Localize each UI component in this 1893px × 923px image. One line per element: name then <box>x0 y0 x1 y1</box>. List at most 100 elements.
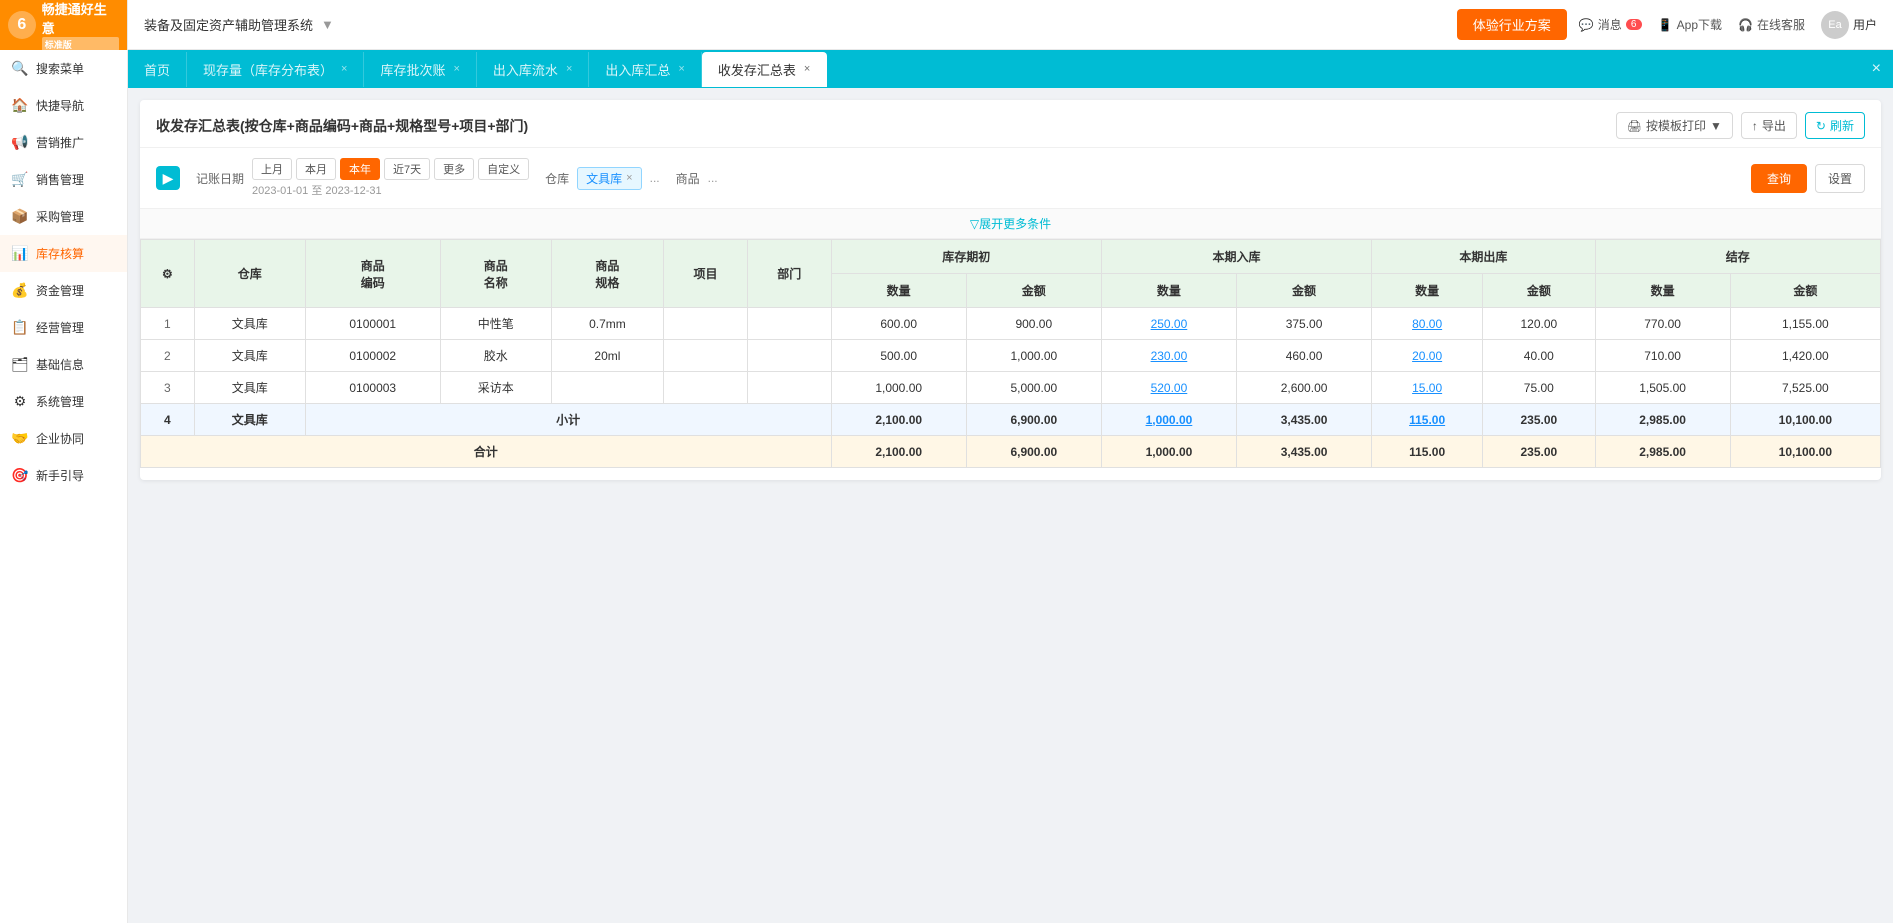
expand-more-row[interactable]: ▽ 展开更多条件 <box>140 208 1881 239</box>
sidebar-item-sales[interactable]: 🛒 销售管理 <box>0 161 127 198</box>
page-title: 收发存汇总表(按仓库+商品编码+商品+规格型号+项目+部门) <box>156 116 528 136</box>
tab-close-batch[interactable]: × <box>453 63 459 75</box>
row-warehouse: 文具库 <box>194 372 305 404</box>
row-in-qty[interactable]: 520.00 <box>1101 372 1236 404</box>
sidebar-item-system[interactable]: ⚙ 系统管理 <box>0 383 127 420</box>
date-btn-7days[interactable]: 近7天 <box>384 158 430 180</box>
tab-close-inout-summary[interactable]: × <box>678 63 684 75</box>
row-closing-amt: 7,525.00 <box>1730 372 1880 404</box>
chevron-down-icon: ▼ <box>1710 119 1722 133</box>
tab-home[interactable]: 首页 <box>128 52 187 87</box>
data-table: ⚙ 仓库 商品编码 商品名称 商品规格 项目 部门 库存期初 本期入库 本期出库… <box>140 239 1881 468</box>
row-in-amt: 460.00 <box>1237 340 1372 372</box>
footer-in-qty: 1,000.00 <box>1101 436 1236 468</box>
finance-icon: 💰 <box>12 283 28 299</box>
row-goods-spec: 20ml <box>551 340 663 372</box>
user-area[interactable]: Ea 用户 <box>1821 11 1877 39</box>
sidebar-item-purchase[interactable]: 📦 采购管理 <box>0 198 127 235</box>
tab-close-recv-send[interactable]: × <box>804 63 810 75</box>
topbar: 装备及固定资产辅助管理系统 ▼ 体验行业方案 💬 消息 6 📱 App下载 🎧 … <box>128 0 1893 50</box>
system-title: 装备及固定资产辅助管理系统 <box>144 15 313 34</box>
row-num: 1 <box>141 308 195 340</box>
sidebar-item-guide[interactable]: 🎯 新手引导 <box>0 457 127 494</box>
print-btn[interactable]: 🖨 按模板打印 ▼ <box>1616 112 1733 139</box>
row-in-qty[interactable]: 250.00 <box>1101 308 1236 340</box>
system-icon: ⚙ <box>12 394 28 410</box>
row-goods-spec <box>551 372 663 404</box>
date-range-display: 2023-01-01 至 2023-12-31 <box>252 182 529 198</box>
topbar-actions: 💬 消息 6 📱 App下载 🎧 在线客服 Ea 用户 <box>1579 11 1877 39</box>
th-group-opening: 库存期初 <box>831 240 1101 274</box>
th-group-in: 本期入库 <box>1101 240 1371 274</box>
row-opening-qty: 500.00 <box>831 340 966 372</box>
online-service-action[interactable]: 🎧 在线客服 <box>1738 16 1805 33</box>
page-header-actions: 🖨 按模板打印 ▼ ↑ 导出 ↻ 刷新 <box>1616 112 1865 139</box>
cooperation-icon: 🤝 <box>12 431 28 447</box>
main-card: 收发存汇总表(按仓库+商品编码+商品+规格型号+项目+部门) 🖨 按模板打印 ▼… <box>140 100 1881 480</box>
tab-recv-send[interactable]: 收发存汇总表 × <box>702 52 827 87</box>
logo-icon: 6 <box>8 11 36 39</box>
th-settings[interactable]: ⚙ <box>141 240 195 308</box>
basic-info-icon: 🗂 <box>12 357 28 373</box>
warehouse-tag-remove[interactable]: × <box>626 172 632 184</box>
row-out-qty[interactable]: 80.00 <box>1372 308 1483 340</box>
footer-closing-amt: 10,100.00 <box>1730 436 1880 468</box>
row-closing-qty: 1,505.00 <box>1595 372 1730 404</box>
marketing-icon: 📢 <box>12 135 28 151</box>
sidebar-item-operations[interactable]: 📋 经营管理 <box>0 309 127 346</box>
tab-stock-dist[interactable]: 现存量（库存分布表） × <box>187 52 364 87</box>
tab-bar-close-btn[interactable]: × <box>1860 52 1893 86</box>
tab-close-inout-flow[interactable]: × <box>566 63 572 75</box>
warehouse-more[interactable]: ... <box>650 171 660 185</box>
goods-more[interactable]: ... <box>708 171 718 185</box>
guide-icon: 🎯 <box>12 468 28 484</box>
sidebar-item-finance[interactable]: 💰 资金管理 <box>0 272 127 309</box>
sidebar-item-inventory[interactable]: 📊 库存核算 <box>0 235 127 272</box>
warehouse-filter-group: 仓库 文具库 × ... <box>545 167 659 190</box>
experience-btn[interactable]: 体验行业方案 <box>1457 9 1567 40</box>
th-closing-amt: 金额 <box>1730 274 1880 308</box>
export-btn[interactable]: ↑ 导出 <box>1741 112 1797 139</box>
subtotal-in-amt: 3,435.00 <box>1237 404 1372 436</box>
row-dept <box>747 308 831 340</box>
phone-icon: 📱 <box>1658 18 1673 32</box>
date-btn-this-year[interactable]: 本年 <box>340 158 380 180</box>
warehouse-filter-label: 仓库 <box>545 170 569 187</box>
filter-expand-btn[interactable]: ▶ <box>156 166 180 190</box>
app-download-action[interactable]: 📱 App下载 <box>1658 16 1722 33</box>
printer-icon: 🖨 <box>1627 119 1642 133</box>
row-out-qty[interactable]: 20.00 <box>1372 340 1483 372</box>
row-opening-qty: 600.00 <box>831 308 966 340</box>
tab-close-stock-dist[interactable]: × <box>341 63 347 75</box>
subtotal-opening-amt: 6,900.00 <box>966 404 1101 436</box>
sidebar-item-cooperation[interactable]: 🤝 企业协同 <box>0 420 127 457</box>
th-in-qty: 数量 <box>1101 274 1236 308</box>
row-warehouse: 文具库 <box>194 340 305 372</box>
message-action[interactable]: 💬 消息 6 <box>1579 16 1642 33</box>
row-in-qty[interactable]: 230.00 <box>1101 340 1236 372</box>
row-out-qty[interactable]: 15.00 <box>1372 372 1483 404</box>
date-btn-last-month[interactable]: 上月 <box>252 158 292 180</box>
filter-settings-btn[interactable]: 设置 <box>1815 164 1865 193</box>
sidebar-item-basic-info[interactable]: 🗂 基础信息 <box>0 346 127 383</box>
refresh-icon: ↻ <box>1816 119 1826 133</box>
tab-batch[interactable]: 库存批次账 × <box>364 52 476 87</box>
tab-inout-flow[interactable]: 出入库流水 × <box>477 52 589 87</box>
sidebar-item-marketing[interactable]: 📢 营销推广 <box>0 124 127 161</box>
refresh-btn[interactable]: ↻ 刷新 <box>1805 112 1865 139</box>
filter-bar: ▶ 记账日期 上月 本月 本年 近7天 更多 自定义 2023-01-01 至 … <box>140 148 1881 208</box>
subtotal-out-qty[interactable]: 115.00 <box>1372 404 1483 436</box>
sidebar-item-search[interactable]: 🔍 搜索菜单 <box>0 50 127 87</box>
subtotal-in-qty[interactable]: 1,000.00 <box>1101 404 1236 436</box>
warehouse-tag[interactable]: 文具库 × <box>577 167 641 190</box>
date-btn-custom[interactable]: 自定义 <box>478 158 529 180</box>
subtotal-sublabel: 小计 <box>305 404 831 436</box>
tab-inout-summary[interactable]: 出入库汇总 × <box>589 52 701 87</box>
date-btn-more[interactable]: 更多 <box>434 158 474 180</box>
date-btn-this-month[interactable]: 本月 <box>296 158 336 180</box>
sidebar-item-quick-nav[interactable]: 🏠 快捷导航 <box>0 87 127 124</box>
goods-filter-label: 商品 <box>676 170 700 187</box>
table-row: 1 文具库 0100001 中性笔 0.7mm 600.00 900.00 25… <box>141 308 1881 340</box>
row-project <box>664 308 748 340</box>
query-btn[interactable]: 查询 <box>1751 164 1807 193</box>
